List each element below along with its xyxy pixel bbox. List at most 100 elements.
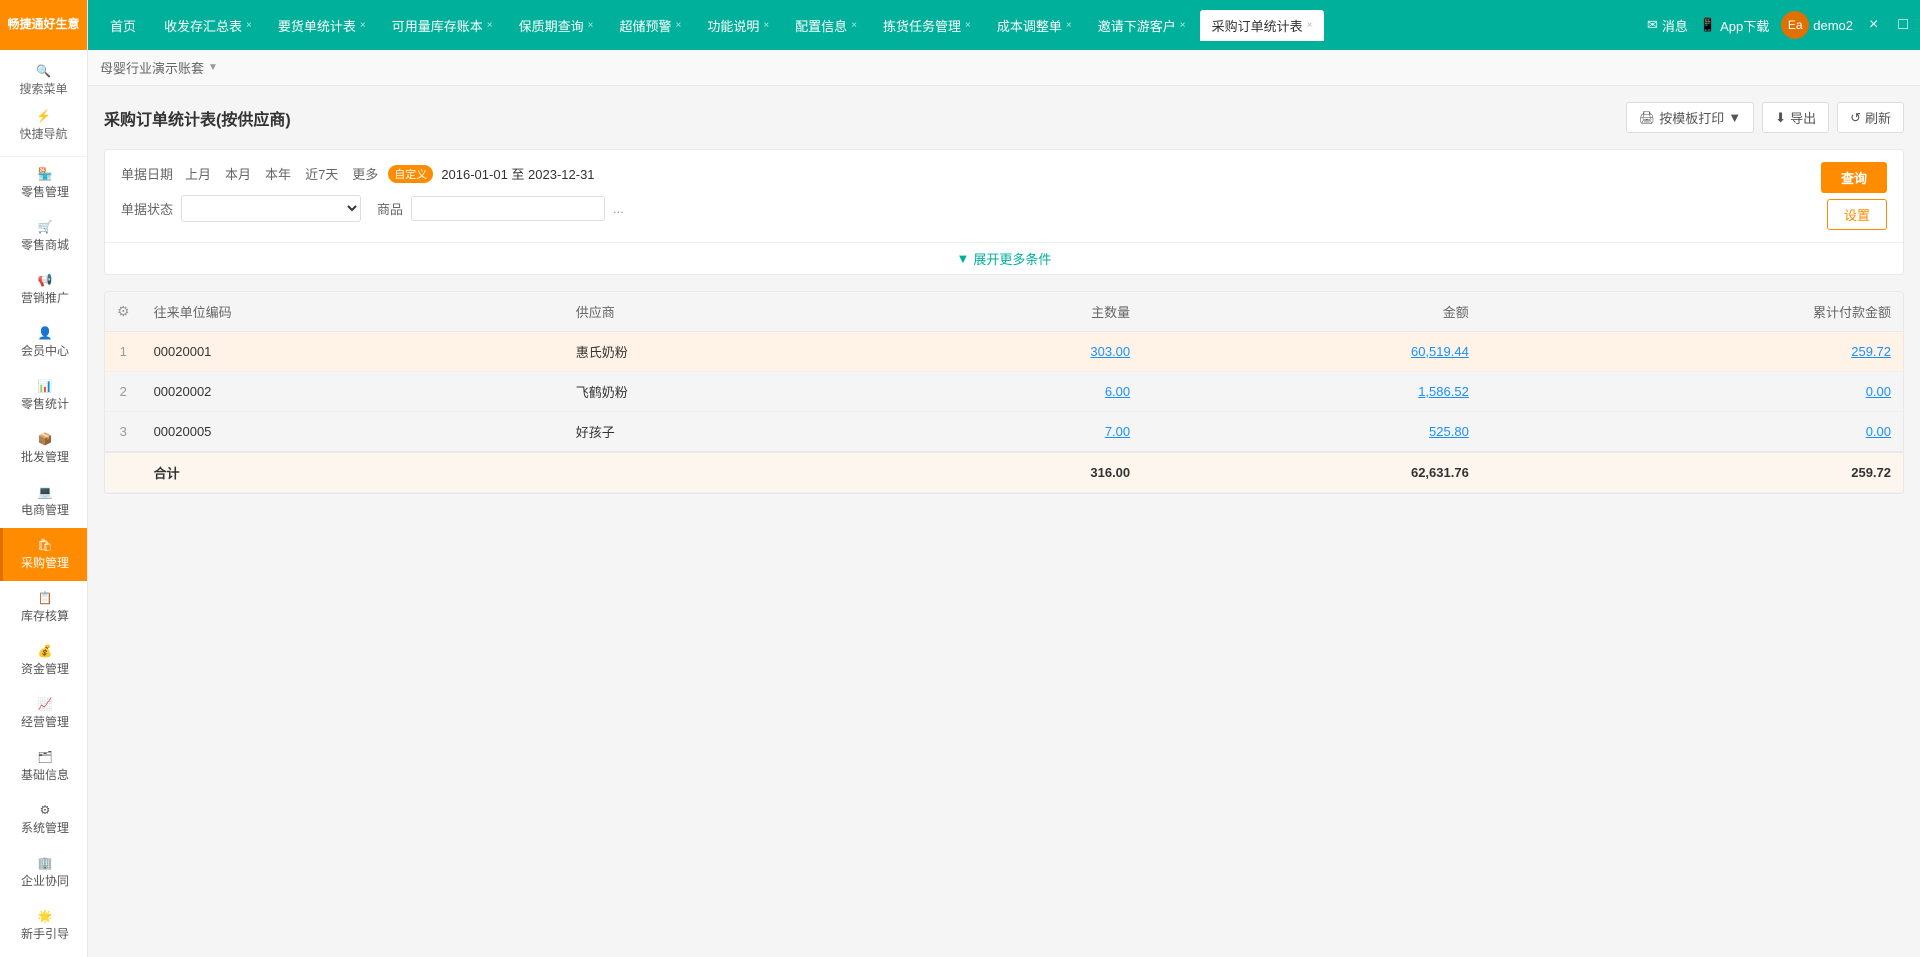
status-select[interactable] [181,195,361,222]
row-qty: 6.00 [878,372,1142,412]
print-button[interactable]: 🖨 按模板打印 ▼ [1626,102,1754,133]
sidebar-search-label: 搜索菜单 [19,80,67,97]
nav-tab-4[interactable]: 超储预警 × [607,10,693,41]
username-label: demo2 [1813,18,1853,33]
sidebar-item-purchase[interactable]: 🛍 采购管理 [0,528,87,581]
goods-filter-label: 商品 [377,199,403,218]
operation-icon: 📈 [38,697,53,711]
date-shortcut-more[interactable]: 更多 [348,162,382,185]
date-shortcuts: 上月 本月 本年 近7天 更多 自定义 [181,162,433,185]
account-dropdown[interactable]: 母婴行业演示账套 ▼ [100,58,218,77]
filter-action-buttons: 查询 设置 [1821,162,1887,230]
nav-tab-2[interactable]: 可用量库存账本 × [380,10,505,41]
export-button[interactable]: ⬇ 导出 [1762,102,1829,133]
nav-tab-8[interactable]: 成本调整单 × [985,10,1084,41]
sidebar-item-retail-mall[interactable]: 🛒 零售商城 [0,210,87,263]
sidebar-item-operation[interactable]: 📈 经营管理 [0,687,87,740]
sidebar-item-newuser[interactable]: 🌟 新手引导 [0,899,87,952]
nav-tab-10-close[interactable]: × [1307,20,1313,31]
nav-tab-9-close[interactable]: × [1180,20,1186,31]
expand-more-row: ▼ 展开更多条件 [105,242,1903,274]
sidebar-item-inventory[interactable]: 📋 库存核算 [0,581,87,634]
filter-settings-button[interactable]: 设置 [1827,199,1887,230]
date-custom-badge[interactable]: 自定义 [388,165,433,183]
sidebar-item-appcenter[interactable]: 📱 应用中心 [0,952,87,957]
search-icon: 🔍 [36,64,51,78]
footer-qty: 316.00 [878,452,1142,493]
footer-paid: 259.72 [1481,452,1903,493]
sidebar-item-search[interactable]: 🔍 搜索菜单 [6,58,81,103]
row-code: 00020001 [142,332,564,372]
expand-label: 展开更多条件 [973,249,1051,268]
marketing-icon: 📢 [38,273,53,287]
sidebar-item-retail[interactable]: 🏪 零售管理 [0,157,87,210]
nav-tab-0-close[interactable]: × [246,20,252,31]
table-row[interactable]: 3 00020005 好孩子 7.00 525.80 0.00 [105,412,1903,453]
message-button[interactable]: ✉ 消息 [1647,16,1688,35]
sidebar-item-quicknav[interactable]: ⚡ 快捷导航 [6,103,81,148]
nav-tab-4-close[interactable]: × [675,20,681,31]
dropdown-chevron-icon: ▼ [208,62,218,73]
sidebar-item-member[interactable]: 👤 会员中心 [0,316,87,369]
nav-tab-2-close[interactable]: × [487,20,493,31]
sidebar-menu: 🏪 零售管理 🛒 零售商城 📢 营销推广 👤 会员中心 📊 零售统计 📦 批发管… [0,157,87,957]
sidebar-item-basic[interactable]: 🗂 基础信息 [0,740,87,793]
sidebar-operation-label: 经营管理 [21,713,69,730]
nav-tab-7[interactable]: 拣货任务管理 × [871,10,983,41]
table-header-row: ⚙ 往来单位编码 供应商 主数量 金额 累计付款金额 [105,292,1903,332]
sidebar-newuser-label: 新手引导 [21,925,69,942]
nav-tab-5[interactable]: 功能说明 × [695,10,781,41]
nav-tab-1[interactable]: 要货单统计表 × [266,10,378,41]
date-shortcut-7days[interactable]: 近7天 [301,162,342,185]
print-icon: 🖨 [1639,110,1656,126]
data-table-container: ⚙ 往来单位编码 供应商 主数量 金额 累计付款金额 1 00020001 惠氏… [104,291,1904,494]
nav-tab-8-close[interactable]: × [1066,20,1072,31]
sidebar-item-marketing[interactable]: 📢 营销推广 [0,263,87,316]
col-qty-header: 主数量 [878,292,1142,332]
goods-input[interactable] [411,196,605,221]
sidebar-item-retail-stat[interactable]: 📊 零售统计 [0,369,87,422]
window-maximize-button[interactable]: □ [1894,16,1912,34]
query-button[interactable]: 查询 [1821,162,1887,193]
window-close-button[interactable]: × [1865,16,1882,34]
nav-tab-3-close[interactable]: × [588,20,594,31]
nav-tab-6-close[interactable]: × [851,20,857,31]
app-logo-text: 畅捷通好生意 [7,17,79,33]
table-row[interactable]: 1 00020001 惠氏奶粉 303.00 60,519.44 259.72 [105,332,1903,372]
more-filter-button[interactable]: ... [613,201,624,216]
nav-tab-0[interactable]: 收发存汇总表 × [152,10,264,41]
nav-tab-1-close[interactable]: × [360,20,366,31]
table-footer-row: 合计 316.00 62,631.76 259.72 [105,452,1903,493]
table-settings-icon[interactable]: ⚙ [117,303,130,319]
app-logo: 畅捷通好生意 [0,0,87,50]
nav-tab-3[interactable]: 保质期查询 × [507,10,606,41]
row-qty: 7.00 [878,412,1142,453]
sidebar-item-wholesale[interactable]: 📦 批发管理 [0,422,87,475]
main-area: 首页 收发存汇总表 × 要货单统计表 × 可用量库存账本 × 保质期查询 × 超… [88,0,1920,957]
footer-label: 合计 [142,452,564,493]
expand-more-button[interactable]: ▼ 展开更多条件 [957,249,1052,268]
table-row[interactable]: 2 00020002 飞鹤奶粉 6.00 1,586.52 0.00 [105,372,1903,412]
user-profile-button[interactable]: Ea demo2 [1781,11,1853,39]
row-paid: 0.00 [1481,372,1903,412]
nav-tab-10[interactable]: 采购订单统计表 × [1200,10,1325,41]
sidebar-retail-label: 零售管理 [21,183,69,200]
sidebar-basic-label: 基础信息 [21,766,69,783]
nav-tab-6[interactable]: 配置信息 × [783,10,869,41]
refresh-button[interactable]: ↺ 刷新 [1837,102,1904,133]
sidebar-item-ecommerce[interactable]: 💻 电商管理 [0,475,87,528]
nav-home-tab[interactable]: 首页 [96,10,150,41]
date-shortcut-thisyear[interactable]: 本年 [261,162,295,185]
sidebar-item-system[interactable]: ⚙ 系统管理 [0,793,87,846]
sidebar-item-enterprise[interactable]: 🏢 企业协同 [0,846,87,899]
nav-tab-9[interactable]: 邀请下游客户 × [1086,10,1198,41]
sidebar-item-finance[interactable]: 💰 资金管理 [0,634,87,687]
date-shortcut-thismonth[interactable]: 本月 [221,162,255,185]
date-shortcut-lastmonth[interactable]: 上月 [181,162,215,185]
nav-tab-7-close[interactable]: × [965,20,971,31]
export-label: 导出 [1790,108,1816,127]
nav-tab-5-close[interactable]: × [763,20,769,31]
app-download-button[interactable]: 📱 App下载 [1700,16,1769,35]
date-filter-label: 单据日期 [121,164,173,183]
nav-tab-1-label: 要货单统计表 [278,16,356,35]
